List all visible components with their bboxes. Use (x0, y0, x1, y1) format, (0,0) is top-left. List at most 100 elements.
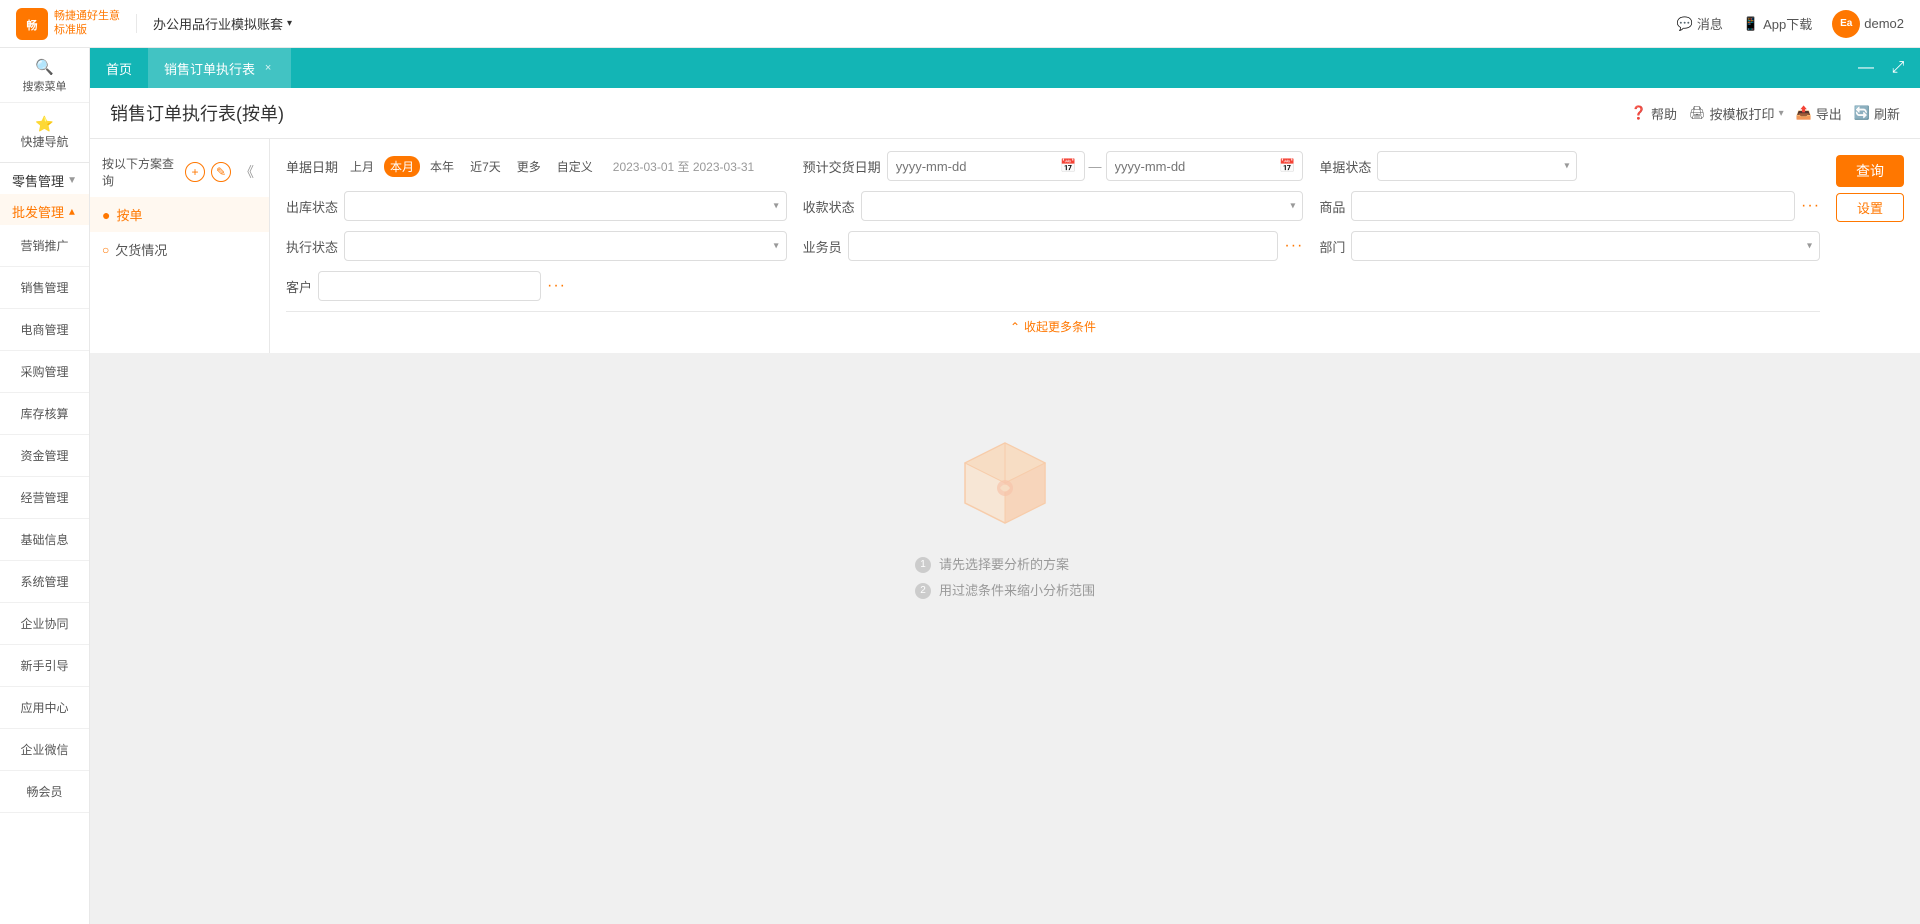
expected-delivery-range: 📅 — 📅 (887, 151, 1304, 181)
sidebar-label-sales: 销售管理 (20, 279, 68, 296)
date-tab-more[interactable]: 更多 (511, 156, 547, 177)
sidebar-item-member[interactable]: 畅会员 (0, 771, 89, 813)
single-status-select-wrap: ▾ (1377, 151, 1577, 181)
exec-status-label: 执行状态 (286, 237, 338, 256)
sidebar-item-purchase[interactable]: 采购管理 (0, 351, 89, 393)
salesperson-label: 业务员 (803, 237, 842, 256)
top-bar-right: 💬 消息 📱 App下载 Ea demo2 (1677, 10, 1904, 38)
sidebar-item-sales[interactable]: 销售管理 (0, 267, 89, 309)
field-expected-delivery: 预计交货日期 📅 — (803, 151, 1304, 181)
tab-sales-order[interactable]: 销售订单执行表 × (148, 48, 291, 88)
field-date: 单据日期 上月 本月 (286, 156, 787, 177)
edit-scheme-btn[interactable]: ✎ (211, 162, 231, 182)
print-arrow-icon: ▾ (1779, 108, 1784, 119)
sidebar: 🔍 搜索菜单 ⭐ 快捷导航 零售管理 ▼ 批发管理 ▼ 营销推广 销售管理 (0, 48, 90, 924)
salesperson-more-icon[interactable]: ··· (1284, 237, 1303, 255)
sidebar-item-retail[interactable]: 零售管理 ▼ (0, 163, 89, 194)
refresh-btn[interactable]: 🔄 刷新 (1854, 104, 1900, 123)
expected-delivery-label: 预计交货日期 (803, 157, 881, 176)
search-icon: 🔍 (35, 58, 54, 76)
sidebar-item-marketing[interactable]: 营销推广 (0, 225, 89, 267)
sidebar-label-ecommerce: 电商管理 (20, 321, 68, 338)
sidebar-item-ecommerce[interactable]: 电商管理 (0, 309, 89, 351)
template-print-btn[interactable]: 🖨 按模板打印 ▾ (1689, 104, 1784, 123)
out-status-select[interactable] (344, 191, 787, 221)
date-tab-custom[interactable]: 自定义 (551, 156, 599, 177)
expected-start-input[interactable] (887, 151, 1085, 181)
tab-close-icon[interactable]: × (261, 61, 275, 75)
chevron-down-icon: ▾ (287, 18, 292, 29)
sidebar-label-operations: 经营管理 (20, 489, 68, 506)
salesperson-input[interactable] (848, 231, 1279, 261)
date-tab-this-month[interactable]: 本月 (384, 156, 420, 177)
sidebar-item-enterprise[interactable]: 企业协同 (0, 603, 89, 645)
collapse-text: 收起更多条件 (1024, 318, 1096, 335)
message-btn[interactable]: 💬 消息 (1677, 14, 1723, 33)
logo-icon: 畅 (16, 8, 48, 40)
app-selector[interactable]: 办公用品行业模拟账套 ▾ (136, 14, 292, 33)
user-name: demo2 (1864, 16, 1904, 31)
receipt-status-select[interactable] (861, 191, 1304, 221)
sidebar-item-system[interactable]: 系统管理 (0, 561, 89, 603)
left-panel-title-text: 按以下方案查询 (102, 155, 185, 189)
by-order-icon: ● (102, 207, 110, 223)
sidebar-item-finance[interactable]: 资金管理 (0, 435, 89, 477)
collapse-panel-btn[interactable]: 《 (237, 162, 257, 182)
goods-more-icon[interactable]: ··· (1801, 197, 1820, 215)
goods-input[interactable] (1351, 191, 1795, 221)
sidebar-item-operations[interactable]: 经营管理 (0, 477, 89, 519)
exec-status-select[interactable] (344, 231, 787, 261)
tab-home[interactable]: 首页 (90, 48, 148, 88)
query-button[interactable]: 查询 (1836, 155, 1904, 187)
sidebar-search-btn[interactable]: 🔍 搜索菜单 (0, 48, 89, 103)
sidebar-label-member: 畅会员 (26, 783, 62, 800)
sidebar-label-finance: 资金管理 (20, 447, 68, 464)
dept-select[interactable] (1351, 231, 1820, 261)
sidebar-item-corpwechat[interactable]: 企业微信 (0, 729, 89, 771)
sidebar-label-inventory: 库存核算 (20, 405, 68, 422)
minimize-btn[interactable]: — (1852, 54, 1880, 82)
user-profile[interactable]: Ea demo2 (1832, 10, 1904, 38)
settings-button[interactable]: 设置 (1836, 193, 1904, 222)
date-tab-this-year[interactable]: 本年 (424, 156, 460, 177)
expected-end-input[interactable] (1106, 151, 1304, 181)
quicknav-icon: ⭐ (35, 115, 54, 133)
sidebar-quicknav-label: 快捷导航 (20, 133, 68, 150)
date-tab-last-month[interactable]: 上月 (344, 156, 380, 177)
sidebar-label-wholesale: 批发管理 (12, 202, 64, 221)
scheme-by-order[interactable]: ● 按单 (90, 197, 269, 232)
export-btn[interactable]: 📤 导出 (1796, 104, 1842, 123)
date-range-text: 2023-03-01 至 2023-03-31 (613, 158, 754, 175)
sidebar-item-newguide[interactable]: 新手引导 (0, 645, 89, 687)
app-download-btn[interactable]: 📱 App下载 (1743, 14, 1812, 33)
sidebar-item-appcenter[interactable]: 应用中心 (0, 687, 89, 729)
app-wrapper: 畅 畅捷通好生意 标准版 办公用品行业模拟账套 ▾ 💬 消息 📱 App下载 (0, 0, 1920, 924)
customer-more-icon[interactable]: ··· (547, 277, 566, 295)
sidebar-item-inventory[interactable]: 库存核算 (0, 393, 89, 435)
out-status-select-wrap: ▾ (344, 191, 787, 221)
field-exec-status: 执行状态 ▾ (286, 231, 787, 261)
filter-row-4: 客户 ··· (286, 271, 1820, 301)
receipt-status-label: 收款状态 (803, 197, 855, 216)
sidebar-item-quicknav[interactable]: ⭐ 快捷导航 (0, 103, 89, 163)
add-scheme-btn[interactable]: + (185, 162, 205, 182)
maximize-btn[interactable]: ⤢ (1884, 54, 1912, 82)
export-icon: 📤 (1796, 105, 1812, 121)
sidebar-item-basicinfo[interactable]: 基础信息 (0, 519, 89, 561)
scheme-by-debt[interactable]: ○ 欠货情况 (90, 232, 269, 267)
field-receipt-status: 收款状态 ▾ (803, 191, 1304, 221)
field-single-status: 单据状态 ▾ (1319, 151, 1820, 181)
message-icon: 💬 (1677, 16, 1693, 32)
date-tab-7days[interactable]: 近7天 (464, 156, 507, 177)
empty-illustration (955, 433, 1055, 536)
sidebar-label-newguide: 新手引导 (20, 657, 68, 674)
date-separator: — (1089, 159, 1102, 174)
help-btn[interactable]: ❓ 帮助 (1631, 104, 1677, 123)
customer-input[interactable] (318, 271, 541, 301)
single-status-select[interactable] (1377, 151, 1577, 181)
collapse-bar[interactable]: ⌃ 收起更多条件 (286, 311, 1820, 341)
logo-area: 畅 畅捷通好生意 标准版 (16, 8, 120, 40)
field-goods: 商品 ··· (1319, 191, 1820, 221)
sidebar-item-wholesale[interactable]: 批发管理 ▼ (0, 194, 89, 225)
sidebar-label-retail: 零售管理 (12, 171, 64, 190)
